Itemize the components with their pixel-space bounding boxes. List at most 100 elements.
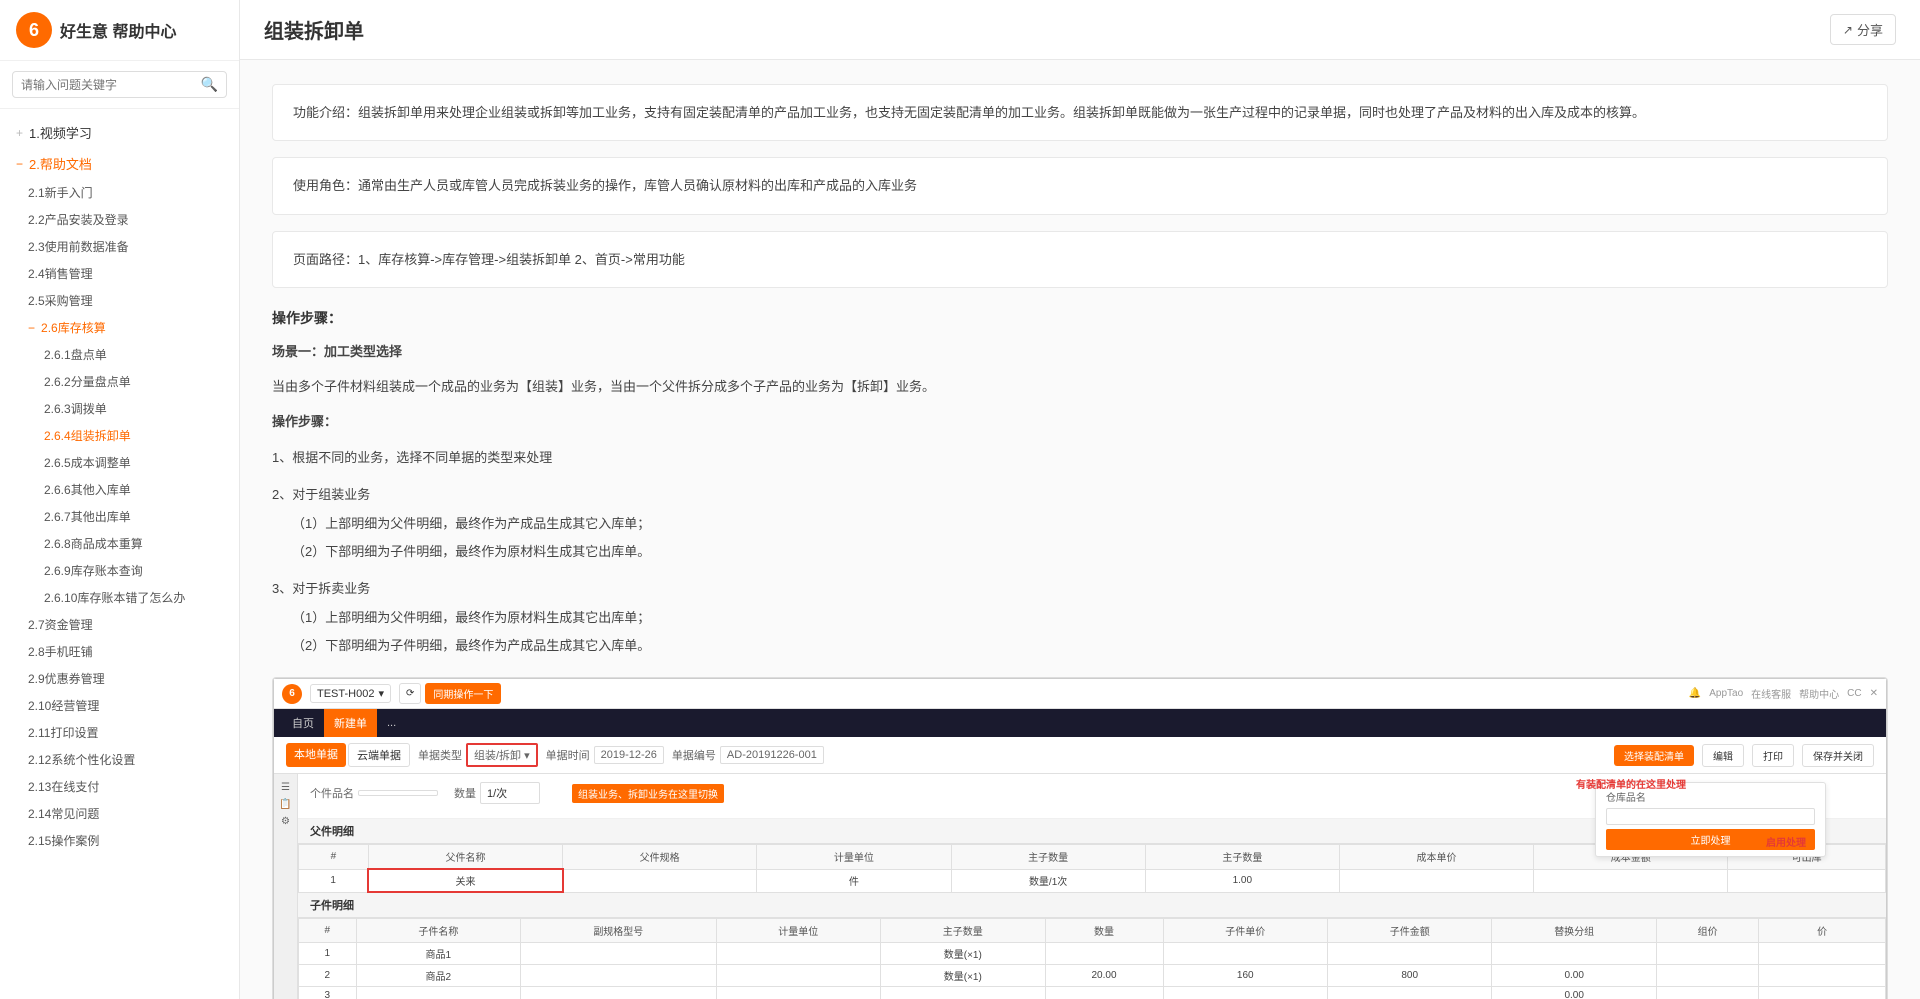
cell-no: 1	[299, 869, 369, 892]
cell-stock	[1728, 869, 1886, 892]
side-icons: ☰ 📋 ⚙	[274, 774, 298, 999]
nav-home[interactable]: 自页	[282, 709, 324, 737]
value-type[interactable]: 组装/拆卸 ▾	[466, 743, 538, 767]
sidebar-item-inbound[interactable]: 2.6.6其他入库单	[44, 476, 239, 503]
nav-more[interactable]: ...	[377, 711, 406, 735]
sidebar-item-docs[interactable]: − 2.帮助文档	[0, 148, 239, 179]
scene1-desc: 当由多个子件材料组装成一个成品的业务为【组装】业务，当由一个父件拆分成多个子产品…	[272, 375, 1888, 400]
step3-sub1: （1）上部明细为父件明细，最终作为原材料生成其它出库单；	[272, 604, 1888, 633]
dropdown-icon: ▾	[378, 687, 384, 700]
sidebar-item-outbound[interactable]: 2.6.7其他出库单	[44, 503, 239, 530]
sidebar-item-cost[interactable]: 2.6.5成本调整单	[44, 449, 239, 476]
logo-area: 6 好生意 帮助中心	[0, 0, 239, 61]
lth-amt: 子件金额	[1327, 919, 1491, 943]
label-no: 单据编号	[672, 747, 716, 763]
search-icon[interactable]: 🔍	[201, 76, 218, 93]
edit-btn[interactable]: 编辑	[1702, 744, 1744, 767]
sidebar-item-inventory[interactable]: − 2.6库存核算	[28, 314, 239, 341]
app-titlebar: 6 TEST-H002 ▾ ⟳ 同期操作一下 🔔	[274, 679, 1886, 709]
th-qty1: 主子数量	[951, 845, 1145, 870]
step3-text: 3、对于拆卖业务	[272, 575, 1888, 604]
screenshot-inner: 6 TEST-H002 ▾ ⟳ 同期操作一下 🔔	[273, 678, 1887, 999]
sidebar-item-install[interactable]: 2.2产品安装及登录	[28, 206, 239, 233]
print-btn[interactable]: 打印	[1752, 744, 1794, 767]
tab-local[interactable]: 本地单据	[286, 743, 346, 767]
sidebar-item-mobile[interactable]: 2.8手机旺铺	[28, 638, 239, 665]
lth-gprice: 组价	[1656, 919, 1758, 943]
right-panel-label: 仓库品名	[1606, 789, 1815, 804]
nav-new[interactable]: 新建单	[324, 709, 377, 737]
warehouse-input[interactable]	[1606, 808, 1815, 825]
sidebar-item-newcomer[interactable]: 2.1新手入门	[28, 179, 239, 206]
app-logo: 6	[282, 684, 302, 704]
status-tabs: 本地单据 云端单据	[286, 743, 410, 767]
sidebar-item-faq[interactable]: 2.14常见问题	[28, 800, 239, 827]
expand-icon: +	[16, 126, 23, 140]
intro-block-2: 使用角色：通常由生产人员或库管人员完成拆装业务的操作，库管人员确认原材料的出库和…	[272, 157, 1888, 214]
sidebar-item-recalc[interactable]: 2.6.8商品成本重算	[44, 530, 239, 557]
lth-qty1: 主子数量	[881, 919, 1045, 943]
sidebar-item-partial[interactable]: 2.6.2分量盘点单	[44, 368, 239, 395]
cell-qty1: 数量/1次	[951, 869, 1145, 892]
step2: 2、对于组装业务 （1）上部明细为父件明细，最终作为产成品生成其它入库单； （2…	[272, 481, 1888, 567]
field-type: 单据类型 组装/拆卸 ▾	[418, 743, 538, 767]
lth-name: 子件名称	[356, 919, 520, 943]
value-date[interactable]: 2019-12-26	[594, 746, 664, 764]
app-window: 6 TEST-H002 ▾ ⟳ 同期操作一下 🔔	[273, 678, 1887, 999]
lth-no: #	[299, 919, 357, 943]
step3-sub2: （2）下部明细为子件明细，最终作为产成品生成其它入库单。	[272, 632, 1888, 661]
sidebar: 6 好生意 帮助中心 🔍 + 1.视频学习 − 2.帮助文档 2.1新手入门 2…	[0, 0, 240, 999]
sidebar-item-ops[interactable]: 2.10经营管理	[28, 692, 239, 719]
sidebar-item-stockquery[interactable]: 2.6.9库存账本查询	[44, 557, 239, 584]
cell-name[interactable]: 关来	[368, 869, 562, 892]
form-content: ☰ 📋 ⚙ 个件品名	[274, 774, 1886, 999]
sidebar-item-video[interactable]: + 1.视频学习	[0, 117, 239, 148]
sidebar-item-adjust[interactable]: 2.6.3调拨单	[44, 395, 239, 422]
sidebar-item-purchase[interactable]: 2.5采购管理	[28, 287, 239, 314]
search-box[interactable]: 🔍	[12, 71, 227, 98]
process-btn[interactable]: 选择装配清单	[1614, 745, 1694, 766]
sidebar-item-online-pay[interactable]: 2.13在线支付	[28, 773, 239, 800]
annotation-right: 有装配清单的在这里处理	[1576, 776, 1686, 791]
process-label: 同期操作一下	[425, 683, 501, 704]
sidebar-item-stockerror[interactable]: 2.6.10库存账本错了怎么办	[44, 584, 239, 611]
tab-cloud[interactable]: 云端单据	[348, 743, 410, 767]
share-button[interactable]: ↗ 分享	[1830, 14, 1896, 45]
field-qty: 数量 1/次	[454, 782, 540, 804]
step2-sub1: （1）上部明细为父件明细，最终作为产成品生成其它入库单；	[272, 510, 1888, 539]
upper-table-row: 1 关来 件 数量/1次 1.00	[299, 869, 1886, 892]
sidebar-item-print[interactable]: 2.11打印设置	[28, 719, 239, 746]
sidebar-item-stocktake[interactable]: 2.6.1盘点单	[44, 341, 239, 368]
app-nav: 自页 新建单 ...	[274, 709, 1886, 737]
value-no[interactable]: AD-20191226-001	[720, 746, 824, 764]
collapse-icon: −	[16, 157, 23, 171]
value-parent[interactable]	[358, 790, 438, 796]
search-input[interactable]	[21, 78, 201, 92]
app-icon-4: 帮助中心	[1799, 686, 1839, 701]
content-area: 功能介绍：组装拆卸单用来处理企业组装或拆卸等加工业务，支持有固定装配清单的产品加…	[240, 60, 1920, 999]
label-parent: 个件品名	[310, 785, 354, 801]
value-qty[interactable]: 1/次	[480, 782, 540, 804]
refresh-btns: ⟳ 同期操作一下	[399, 683, 501, 704]
company-selector[interactable]: TEST-H002 ▾	[310, 684, 391, 703]
logo-text: 好生意 帮助中心	[60, 18, 176, 42]
field-date: 单据时间 2019-12-26	[546, 746, 664, 764]
sidebar-item-finance[interactable]: 2.7资金管理	[28, 611, 239, 638]
sidebar-item-personalize[interactable]: 2.12系统个性化设置	[28, 746, 239, 773]
sidebar-item-cases[interactable]: 2.15操作案例	[28, 827, 239, 854]
save-btn[interactable]: 保存并关闭	[1802, 744, 1874, 767]
breadcrumb-block: 页面路径：1、库存核算->库存管理->组装拆卸单 2、首页->常用功能	[272, 231, 1888, 288]
sidebar-item-coupon[interactable]: 2.9优惠券管理	[28, 665, 239, 692]
refresh-button[interactable]: ⟳	[399, 683, 421, 704]
lth-qty2: 数量	[1045, 919, 1163, 943]
lower-table: # 子件名称 副规格型号 计量单位 主子数量 数量 子件单价 子件金额	[298, 918, 1886, 999]
sidebar-item-sales[interactable]: 2.4销售管理	[28, 260, 239, 287]
type-annotation: 组装业务、拆卸业务在这里切换	[572, 784, 724, 803]
label-type: 单据类型	[418, 747, 462, 763]
cell-unit: 件	[757, 869, 951, 892]
sidebar-item-assemble[interactable]: 2.6.4组装拆卸单	[44, 422, 239, 449]
main-area: 组装拆卸单 ↗ 分享 功能介绍：组装拆卸单用来处理企业组装或拆卸等加工业务，支持…	[240, 0, 1920, 999]
close-icon[interactable]: ✕	[1870, 688, 1878, 699]
intro-text-1: 功能介绍：组装拆卸单用来处理企业组装或拆卸等加工业务，支持有固定装配清单的产品加…	[293, 105, 1645, 120]
sidebar-item-prepare[interactable]: 2.3使用前数据准备	[28, 233, 239, 260]
